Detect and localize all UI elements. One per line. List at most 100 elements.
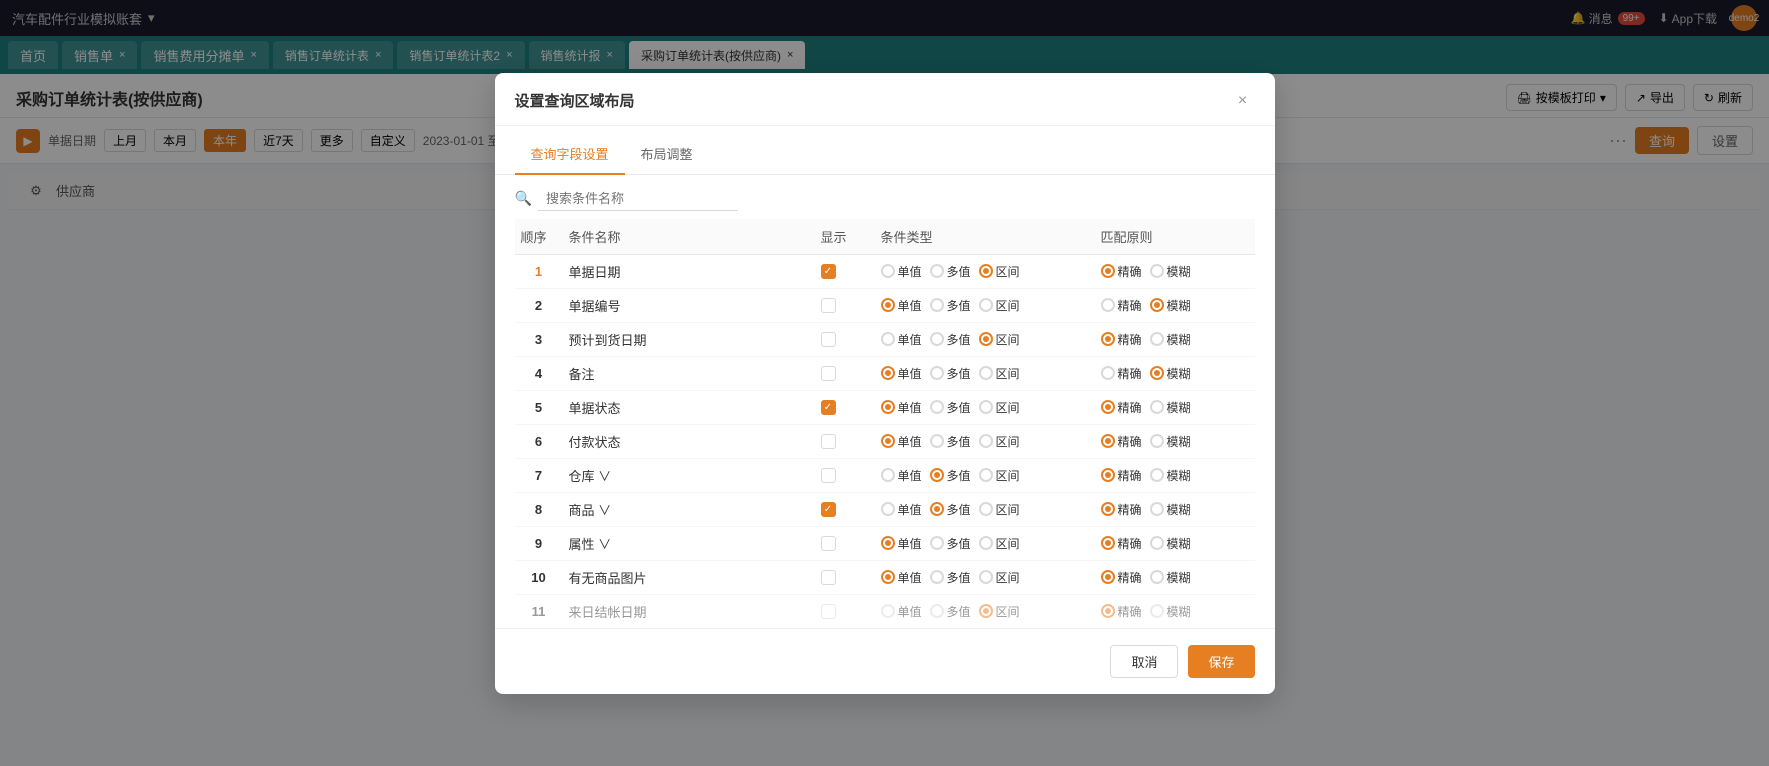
match-radio-模糊[interactable]: 模糊 <box>1150 535 1191 552</box>
type-radio-区间[interactable]: 区间 <box>979 331 1020 348</box>
dialog-tab-layout[interactable]: 布局调整 <box>625 138 709 175</box>
type-radio-区间[interactable]: 区间 <box>979 399 1020 416</box>
row-field-name: 来日结帐日期 <box>563 594 815 628</box>
type-radio-多值[interactable]: 多值 <box>930 501 971 518</box>
dialog-overlay: 设置查询区域布局 × 查询字段设置 布局调整 🔍 顺序 条件名称 显示 条件类型 <box>0 0 1769 766</box>
row-show-checkbox[interactable] <box>815 560 875 594</box>
row-order: 6 <box>515 424 563 458</box>
match-radio-模糊[interactable]: 模糊 <box>1150 569 1191 586</box>
save-button[interactable]: 保存 <box>1188 645 1254 678</box>
type-radio-区间[interactable]: 区间 <box>979 365 1020 382</box>
match-radio-模糊[interactable]: 模糊 <box>1150 331 1191 348</box>
type-radio-单值[interactable]: 单值 <box>881 399 922 416</box>
match-radio-精确[interactable]: 精确 <box>1101 331 1142 348</box>
fields-table: 顺序 条件名称 显示 条件类型 匹配原则 1单据日期单值多值区间精确模糊2单据编… <box>515 219 1255 628</box>
match-radio-模糊[interactable]: 模糊 <box>1150 603 1191 620</box>
type-radio-单值[interactable]: 单值 <box>881 569 922 586</box>
row-show-checkbox[interactable] <box>815 254 875 288</box>
row-show-checkbox[interactable] <box>815 424 875 458</box>
row-show-checkbox[interactable] <box>815 492 875 526</box>
type-radio-单值[interactable]: 单值 <box>881 365 922 382</box>
type-radio-区间[interactable]: 区间 <box>979 263 1020 280</box>
type-radio-多值[interactable]: 多值 <box>930 399 971 416</box>
col-header-order: 顺序 <box>515 219 563 255</box>
row-match-options: 精确模糊 <box>1095 288 1255 322</box>
type-radio-多值[interactable]: 多值 <box>930 297 971 314</box>
match-radio-模糊[interactable]: 模糊 <box>1150 467 1191 484</box>
type-radio-区间[interactable]: 区间 <box>979 467 1020 484</box>
row-show-checkbox[interactable] <box>815 322 875 356</box>
dialog-close-button[interactable]: × <box>1231 89 1255 113</box>
row-match-options: 精确模糊 <box>1095 322 1255 356</box>
row-type-options: 单值多值区间 <box>875 356 1095 390</box>
table-row: 5单据状态单值多值区间精确模糊 <box>515 390 1255 424</box>
row-show-checkbox[interactable] <box>815 458 875 492</box>
type-radio-区间[interactable]: 区间 <box>979 501 1020 518</box>
type-radio-多值[interactable]: 多值 <box>930 263 971 280</box>
row-show-checkbox[interactable] <box>815 526 875 560</box>
type-radio-多值[interactable]: 多值 <box>930 569 971 586</box>
type-radio-多值[interactable]: 多值 <box>930 603 971 620</box>
type-radio-多值[interactable]: 多值 <box>930 467 971 484</box>
row-match-options: 精确模糊 <box>1095 492 1255 526</box>
row-match-options: 精确模糊 <box>1095 526 1255 560</box>
match-radio-模糊[interactable]: 模糊 <box>1150 433 1191 450</box>
type-radio-单值[interactable]: 单值 <box>881 433 922 450</box>
row-field-name: 仓库 ∨ <box>563 458 815 492</box>
row-field-name: 备注 <box>563 356 815 390</box>
type-radio-单值[interactable]: 单值 <box>881 535 922 552</box>
match-radio-精确[interactable]: 精确 <box>1101 433 1142 450</box>
match-radio-模糊[interactable]: 模糊 <box>1150 365 1191 382</box>
type-radio-多值[interactable]: 多值 <box>930 331 971 348</box>
type-radio-单值[interactable]: 单值 <box>881 501 922 518</box>
row-field-name: 商品 ∨ <box>563 492 815 526</box>
type-radio-多值[interactable]: 多值 <box>930 365 971 382</box>
match-radio-精确[interactable]: 精确 <box>1101 501 1142 518</box>
match-radio-模糊[interactable]: 模糊 <box>1150 399 1191 416</box>
type-radio-单值[interactable]: 单值 <box>881 263 922 280</box>
type-radio-单值[interactable]: 单值 <box>881 297 922 314</box>
table-row: 2单据编号单值多值区间精确模糊 <box>515 288 1255 322</box>
type-radio-多值[interactable]: 多值 <box>930 535 971 552</box>
match-radio-模糊[interactable]: 模糊 <box>1150 501 1191 518</box>
row-order: 3 <box>515 322 563 356</box>
row-field-name: 单据状态 <box>563 390 815 424</box>
table-row: 4备注单值多值区间精确模糊 <box>515 356 1255 390</box>
row-show-checkbox[interactable] <box>815 390 875 424</box>
type-radio-区间[interactable]: 区间 <box>979 569 1020 586</box>
match-radio-精确[interactable]: 精确 <box>1101 467 1142 484</box>
match-radio-精确[interactable]: 精确 <box>1101 297 1142 314</box>
match-radio-精确[interactable]: 精确 <box>1101 535 1142 552</box>
type-radio-区间[interactable]: 区间 <box>979 535 1020 552</box>
type-radio-单值[interactable]: 单值 <box>881 467 922 484</box>
col-header-name: 条件名称 <box>563 219 815 255</box>
match-radio-精确[interactable]: 精确 <box>1101 263 1142 280</box>
type-radio-区间[interactable]: 区间 <box>979 433 1020 450</box>
match-radio-精确[interactable]: 精确 <box>1101 399 1142 416</box>
row-show-checkbox[interactable] <box>815 594 875 628</box>
row-match-options: 精确模糊 <box>1095 560 1255 594</box>
cancel-button[interactable]: 取消 <box>1110 645 1178 678</box>
row-match-options: 精确模糊 <box>1095 458 1255 492</box>
settings-dialog: 设置查询区域布局 × 查询字段设置 布局调整 🔍 顺序 条件名称 显示 条件类型 <box>495 73 1275 694</box>
row-match-options: 精确模糊 <box>1095 390 1255 424</box>
type-radio-多值[interactable]: 多值 <box>930 433 971 450</box>
type-radio-单值[interactable]: 单值 <box>881 603 922 620</box>
row-type-options: 单值多值区间 <box>875 560 1095 594</box>
dialog-tab-query-fields[interactable]: 查询字段设置 <box>515 138 625 175</box>
match-radio-精确[interactable]: 精确 <box>1101 603 1142 620</box>
type-radio-单值[interactable]: 单值 <box>881 331 922 348</box>
dialog-header: 设置查询区域布局 × <box>495 73 1275 126</box>
table-row: 3预计到货日期 单值多值区间 精确模糊 <box>515 322 1255 356</box>
match-radio-精确[interactable]: 精确 <box>1101 569 1142 586</box>
row-field-name: 预计到货日期 <box>563 322 815 356</box>
type-radio-区间[interactable]: 区间 <box>979 297 1020 314</box>
match-radio-模糊[interactable]: 模糊 <box>1150 297 1191 314</box>
row-show-checkbox[interactable] <box>815 288 875 322</box>
match-radio-模糊[interactable]: 模糊 <box>1150 263 1191 280</box>
table-header: 顺序 条件名称 显示 条件类型 匹配原则 <box>515 219 1255 255</box>
match-radio-精确[interactable]: 精确 <box>1101 365 1142 382</box>
condition-search-input[interactable] <box>538 187 738 211</box>
row-show-checkbox[interactable] <box>815 356 875 390</box>
type-radio-区间[interactable]: 区间 <box>979 603 1020 620</box>
